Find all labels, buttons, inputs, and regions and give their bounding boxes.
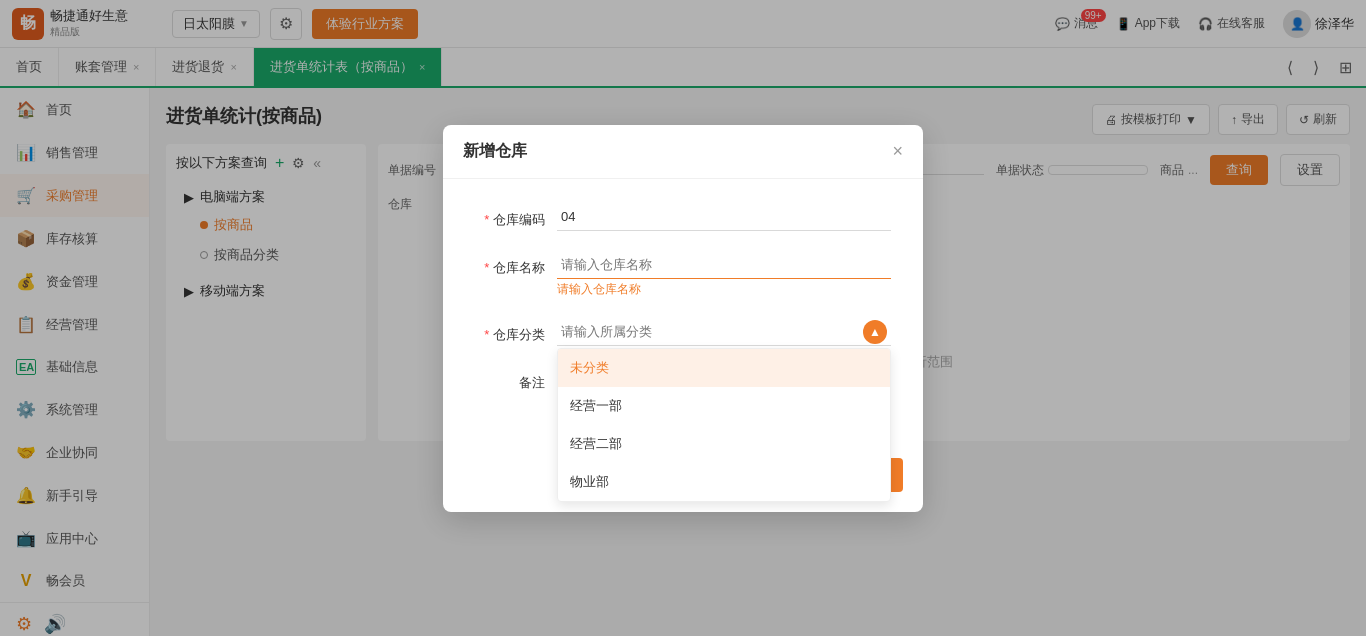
modal-overlay: 新增仓库 × 仓库编码 仓库名称 请输入仓库名称 仓库分类: [0, 0, 1366, 636]
category-label: 仓库分类: [475, 318, 545, 344]
name-input-wrap: 请输入仓库名称: [557, 251, 891, 298]
dropdown-item-dept1[interactable]: 经营一部: [558, 387, 890, 425]
code-input-wrap: [557, 203, 891, 231]
code-row: 仓库编码: [475, 203, 891, 231]
name-error-msg: 请输入仓库名称: [557, 281, 891, 298]
code-label: 仓库编码: [475, 203, 545, 229]
name-row: 仓库名称 请输入仓库名称: [475, 251, 891, 298]
modal-body: 仓库编码 仓库名称 请输入仓库名称 仓库分类 ▲: [443, 179, 923, 446]
name-label: 仓库名称: [475, 251, 545, 277]
category-input[interactable]: [557, 318, 891, 346]
notes-label: 备注: [475, 366, 545, 392]
category-row: 仓库分类 ▲ 未分类 经营一部 经营二部 物业部: [475, 318, 891, 346]
dropdown-item-property[interactable]: 物业部: [558, 463, 890, 501]
modal-header: 新增仓库 ×: [443, 125, 923, 179]
category-dropdown: 未分类 经营一部 经营二部 物业部: [557, 348, 891, 502]
code-input[interactable]: [557, 203, 891, 231]
category-dropdown-toggle[interactable]: ▲: [863, 320, 887, 344]
name-input[interactable]: [557, 251, 891, 279]
dropdown-item-unclassified[interactable]: 未分类: [558, 349, 890, 387]
chevron-up-icon: ▲: [869, 325, 881, 339]
modal-close-button[interactable]: ×: [892, 141, 903, 162]
category-input-wrap: ▲ 未分类 经营一部 经营二部 物业部: [557, 318, 891, 346]
dropdown-item-dept2[interactable]: 经营二部: [558, 425, 890, 463]
new-warehouse-modal: 新增仓库 × 仓库编码 仓库名称 请输入仓库名称 仓库分类: [443, 125, 923, 512]
modal-title: 新增仓库: [463, 141, 527, 162]
